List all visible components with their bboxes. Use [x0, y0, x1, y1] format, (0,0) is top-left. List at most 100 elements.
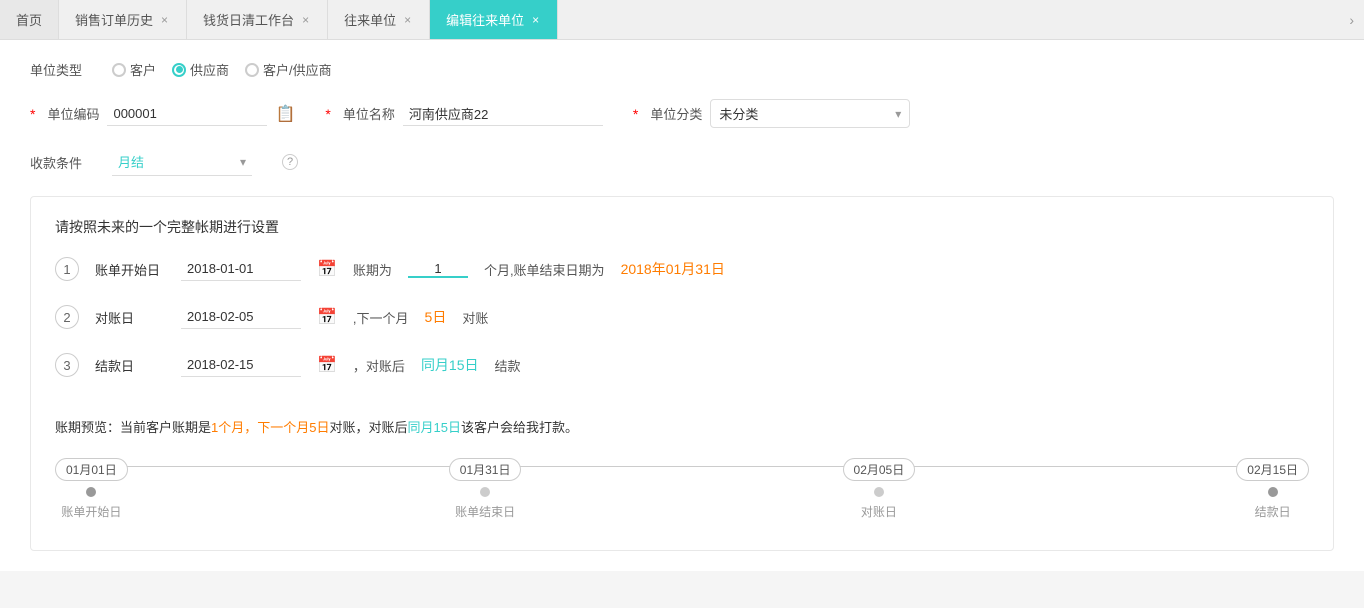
tab-cash-work-label: 钱货日清工作台	[203, 10, 294, 29]
step-1-period-input[interactable]	[408, 261, 468, 278]
preview-part2: 下一个月5日	[257, 420, 329, 435]
timeline-dot-0	[86, 487, 96, 497]
tab-cash-work[interactable]: 钱货日清工作台 ×	[187, 0, 328, 39]
radio-both[interactable]: 客户/供应商	[245, 60, 332, 79]
radio-supplier[interactable]: 供应商	[172, 60, 229, 79]
timeline-point-1: 01月31日 账单结束日	[449, 458, 522, 520]
unit-code-input[interactable]	[107, 102, 267, 126]
unit-category-required: *	[633, 106, 638, 122]
timeline-badge-2: 02月05日	[843, 458, 916, 481]
tabs-bar: 首页 销售订单历史 × 钱货日清工作台 × 往来单位 × 编辑往来单位 × ›	[0, 0, 1364, 40]
step-3-calendar-icon[interactable]: 📅	[317, 355, 337, 375]
payment-terms-label: 收款条件	[30, 153, 82, 172]
payment-terms-value: 月结	[118, 152, 236, 171]
unit-type-label: 单位类型	[30, 60, 82, 79]
unit-name-label: 单位名称	[343, 104, 395, 123]
step-3-end-text: 结款	[495, 356, 521, 375]
step-1-date-input[interactable]	[181, 257, 301, 281]
step-3-number: 3	[55, 353, 79, 377]
arrow-right-icon: ›	[1349, 12, 1354, 28]
unit-category-value: 未分类	[719, 104, 758, 123]
unit-name-group: * 单位名称	[325, 102, 602, 126]
step-1-label: 账单开始日	[95, 260, 165, 279]
tab-home-label: 首页	[16, 10, 42, 29]
unit-type-radio-group: 客户 供应商 客户/供应商	[112, 60, 332, 79]
tabs-scroll-arrow[interactable]: ›	[1339, 0, 1364, 39]
radio-customer[interactable]: 客户	[112, 60, 156, 79]
step-2-end-text: 对账	[462, 308, 488, 327]
timeline-badge-3: 02月15日	[1236, 458, 1309, 481]
preview-mid: 对账，对账后	[329, 420, 407, 435]
timeline-items: 01月01日 账单开始日 01月31日 账单结束日 02月05日 对账日 02月…	[55, 458, 1309, 520]
preview-section: 账期预览：当前客户账期是1个月，下一个月5日对账，对账后同月15日该客户会给我打…	[55, 401, 1309, 442]
preview-label: 账期预览：当前客户账期是	[55, 420, 211, 435]
page-content: 单位类型 客户 供应商 客户/供应商 * 单位编码 📋 * 单位名称	[0, 40, 1364, 571]
timeline-dot-3	[1268, 487, 1278, 497]
timeline-point-3: 02月15日 结款日	[1236, 458, 1309, 520]
payment-help-icon[interactable]: ?	[282, 154, 298, 170]
unit-code-required: *	[30, 106, 35, 122]
unit-category-select[interactable]: 未分类 ▾	[710, 99, 910, 128]
info-box: 请按照未来的一个完整帐期进行设置 1 账单开始日 📅 账期为 个月,账单结束日期…	[30, 196, 1334, 551]
timeline-label-0: 账单开始日	[61, 503, 121, 520]
step-1-period-unit: 个月,账单结束日期为	[484, 260, 605, 279]
unit-name-input[interactable]	[403, 102, 603, 126]
category-chevron-icon: ▾	[895, 107, 901, 121]
preview-part3: 同月15日	[408, 420, 461, 435]
unit-info-row: * 单位编码 📋 * 单位名称 * 单位分类 未分类 ▾	[30, 99, 1334, 128]
step-2-calendar-icon[interactable]: 📅	[317, 307, 337, 327]
unit-name-required: *	[325, 106, 330, 122]
tab-edit-partner-close[interactable]: ×	[530, 13, 541, 27]
timeline-dot-2	[874, 487, 884, 497]
step-2-highlight: 5日	[425, 307, 447, 327]
step-3-date-input[interactable]	[181, 353, 301, 377]
step-1-number: 1	[55, 257, 79, 281]
step-3-label: 结款日	[95, 356, 165, 375]
radio-customer-circle	[112, 63, 126, 77]
radio-supplier-circle	[172, 63, 186, 77]
payment-terms-select[interactable]: 月结 ▾	[112, 148, 252, 176]
payment-terms-row: 收款条件 月结 ▾ ?	[30, 148, 1334, 176]
timeline-dot-1	[480, 487, 490, 497]
timeline-label-2: 对账日	[861, 503, 897, 520]
tab-partners-close[interactable]: ×	[402, 13, 413, 27]
tab-partners-label: 往来单位	[344, 10, 396, 29]
info-box-title: 请按照未来的一个完整帐期进行设置	[55, 217, 1309, 237]
tab-edit-partner[interactable]: 编辑往来单位 ×	[430, 0, 558, 39]
step-1-highlight-date: 2018年01月31日	[621, 259, 725, 279]
timeline-point-0: 01月01日 账单开始日	[55, 458, 128, 520]
timeline-badge-0: 01月01日	[55, 458, 128, 481]
timeline-point-2: 02月05日 对账日	[843, 458, 916, 520]
unit-code-icon[interactable]: 📋	[275, 104, 295, 124]
timeline-label-1: 账单结束日	[455, 503, 515, 520]
tab-sales-history[interactable]: 销售订单历史 ×	[59, 0, 187, 39]
unit-type-row: 单位类型 客户 供应商 客户/供应商	[30, 60, 1334, 79]
timeline: 01月01日 账单开始日 01月31日 账单结束日 02月05日 对账日 02月…	[55, 442, 1309, 530]
step-3-prefix-text: ，对账后	[353, 356, 405, 375]
unit-code-label: 单位编码	[47, 104, 99, 123]
step-1-mid-text: 账期为	[353, 260, 392, 279]
radio-both-circle	[245, 63, 259, 77]
step-1-row: 1 账单开始日 📅 账期为 个月,账单结束日期为 2018年01月31日	[55, 257, 1309, 281]
tab-partners[interactable]: 往来单位 ×	[328, 0, 430, 39]
step-3-highlight: 同月15日	[421, 355, 479, 375]
radio-both-label: 客户/供应商	[263, 60, 332, 79]
step-1-calendar-icon[interactable]: 📅	[317, 259, 337, 279]
radio-supplier-label: 供应商	[190, 60, 229, 79]
step-2-suffix-text: ,下一个月	[353, 308, 409, 327]
step-2-date-input[interactable]	[181, 305, 301, 329]
tab-cash-work-close[interactable]: ×	[300, 13, 311, 27]
unit-category-label: 单位分类	[650, 104, 702, 123]
unit-code-group: * 单位编码 📋	[30, 102, 295, 126]
tab-edit-partner-label: 编辑往来单位	[446, 10, 524, 29]
step-2-label: 对账日	[95, 308, 165, 327]
unit-category-group: * 单位分类 未分类 ▾	[633, 99, 910, 128]
radio-customer-label: 客户	[130, 60, 156, 79]
step-3-row: 3 结款日 📅 ，对账后同月15日 结款	[55, 353, 1309, 377]
step-2-number: 2	[55, 305, 79, 329]
payment-chevron-icon: ▾	[240, 155, 246, 169]
tab-sales-history-label: 销售订单历史	[75, 10, 153, 29]
tab-home[interactable]: 首页	[0, 0, 59, 39]
tab-sales-history-close[interactable]: ×	[159, 13, 170, 27]
preview-part1: 1个月，	[211, 420, 257, 435]
